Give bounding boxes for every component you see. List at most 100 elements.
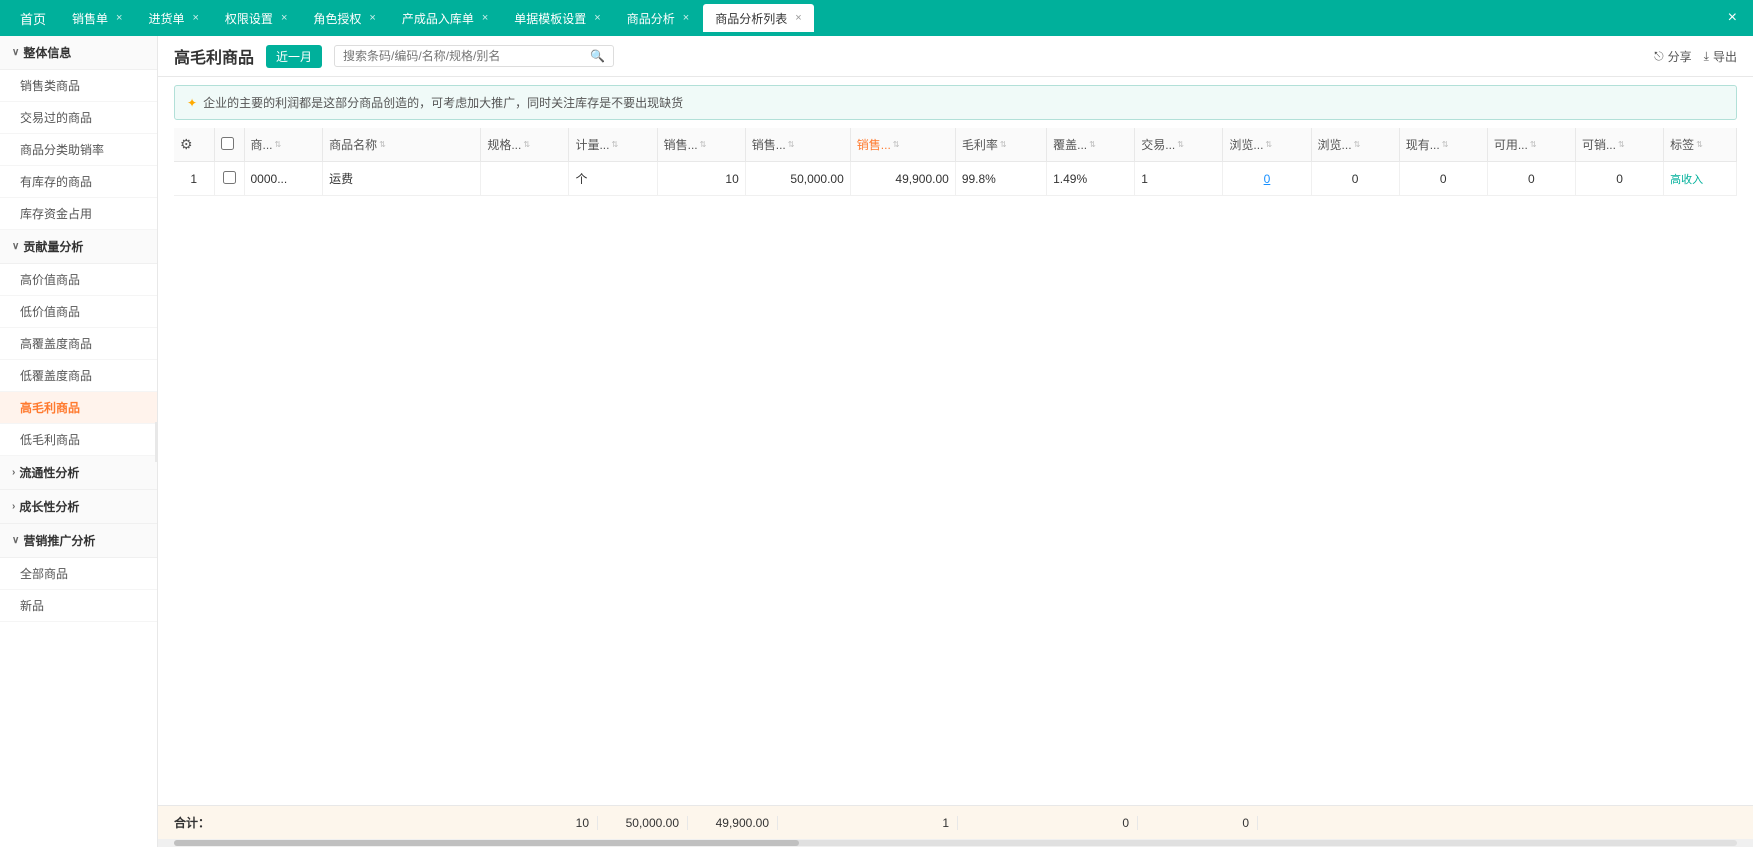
footer-transactions: 1 [898, 816, 958, 830]
sidebar-item-new-goods[interactable]: 新品 [0, 590, 157, 622]
content-header: 高毛利商品 近一月 🔍 ⎋ 分享 ⤓ 导出 [158, 36, 1753, 77]
cell-views1[interactable]: 0 [1223, 162, 1311, 196]
cell-coverage: 1.49% [1047, 162, 1135, 196]
footer-sales-cost: 49,900.00 [688, 816, 778, 830]
sidebar-group-contribution[interactable]: ∨ 贡献量分析 [0, 230, 157, 264]
scrollbar-thumb[interactable] [174, 840, 799, 846]
sidebar-item-all-goods[interactable]: 全部商品 [0, 558, 157, 590]
col-checkbox[interactable] [214, 128, 244, 162]
sidebar-item-high-value[interactable]: 高价值商品 [0, 264, 157, 296]
col-stock-saleable[interactable]: 可销...⇅ [1575, 128, 1663, 162]
footer-sales-qty: 10 [538, 816, 598, 830]
sidebar-item-high-coverage[interactable]: 高覆盖度商品 [0, 328, 157, 360]
info-banner: ✦ 企业的主要的利润都是这部分商品创造的，可考虑加大推广，同时关注库存是不要出现… [174, 85, 1737, 120]
col-name[interactable]: 商品名称⇅ [323, 128, 481, 162]
sidebar-item-sales-goods[interactable]: 销售类商品 [0, 70, 157, 102]
cell-spec [481, 162, 569, 196]
close-tab-sales[interactable]: × [116, 12, 122, 24]
sidebar-group-marketing[interactable]: ∨ 营销推广分析 [0, 524, 157, 558]
cell-stock-saleable: 0 [1575, 162, 1663, 196]
close-tab-role[interactable]: × [369, 12, 375, 24]
sidebar-item-traded-goods[interactable]: 交易过的商品 [0, 102, 157, 134]
export-icon: ⤓ [1704, 49, 1709, 64]
cell-index: 1 [174, 162, 214, 196]
footer-stock-current: 0 [1078, 816, 1138, 830]
nav-tab-analysis[interactable]: 商品分析 × [615, 4, 701, 32]
cell-tag: 高收入 [1664, 162, 1737, 196]
close-tab-analysis-list[interactable]: × [795, 12, 801, 24]
nav-tab-permission[interactable]: 权限设置 × [213, 4, 299, 32]
arrow-icon-5: ∨ [12, 535, 19, 546]
footer-cells: 10 50,000.00 49,900.00 1 0 0 [218, 816, 1737, 830]
col-gross-rate[interactable]: 毛利率⇅ [955, 128, 1046, 162]
col-views1[interactable]: 浏览...⇅ [1223, 128, 1311, 162]
col-stock-available[interactable]: 可用...⇅ [1487, 128, 1575, 162]
col-code[interactable]: 商...⇅ [244, 128, 323, 162]
page-title: 高毛利商品 [174, 44, 254, 68]
info-icon: ✦ [187, 96, 197, 110]
views1-link[interactable]: 0 [1264, 172, 1271, 186]
col-transactions[interactable]: 交易...⇅ [1135, 128, 1223, 162]
nav-tab-purchase[interactable]: 进货单 × [136, 4, 210, 32]
cell-checkbox[interactable] [214, 162, 244, 196]
arrow-icon: ∨ [12, 47, 19, 58]
search-input[interactable] [343, 49, 586, 63]
window-close-button[interactable]: × [1720, 9, 1745, 27]
sidebar-item-stock-capital[interactable]: 库存资金占用 [0, 198, 157, 230]
table-header-row: ⚙ 商...⇅ 商品名称⇅ 规格...⇅ [174, 128, 1737, 162]
nav-tab-role[interactable]: 角色授权 × [301, 4, 387, 32]
main-layout: « ∨ 整体信息 销售类商品 交易过的商品 商品分类助销率 有库存的商品 库存资… [0, 36, 1753, 847]
close-tab-analysis[interactable]: × [683, 12, 689, 24]
row-checkbox[interactable] [223, 171, 236, 184]
footer-stock-saleable: 0 [1198, 816, 1258, 830]
top-nav: 首页 销售单 × 进货单 × 权限设置 × 角色授权 × 产成品入库单 × 单据… [0, 0, 1753, 36]
nav-tab-template[interactable]: 单据模板设置 × [502, 4, 612, 32]
sidebar-item-in-stock[interactable]: 有库存的商品 [0, 166, 157, 198]
sidebar-item-low-margin[interactable]: 低毛利商品 [0, 424, 157, 456]
share-button[interactable]: ⎋ 分享 [1654, 48, 1692, 65]
col-settings[interactable]: ⚙ [174, 128, 214, 162]
nav-tab-stock-in[interactable]: 产成品入库单 × [390, 4, 500, 32]
sidebar-item-low-value[interactable]: 低价值商品 [0, 296, 157, 328]
scrollbar-track[interactable] [174, 840, 1737, 846]
nav-tab-sales[interactable]: 销售单 × [60, 4, 134, 32]
close-tab-stock-in[interactable]: × [482, 12, 488, 24]
export-button[interactable]: ⤓ 导出 [1704, 48, 1737, 65]
sidebar: « ∨ 整体信息 销售类商品 交易过的商品 商品分类助销率 有库存的商品 库存资… [0, 36, 158, 847]
tag-badge: 高收入 [1670, 174, 1703, 186]
sidebar-item-category-rate[interactable]: 商品分类助销率 [0, 134, 157, 166]
arrow-icon-3: › [12, 467, 15, 478]
cell-sales-qty: 10 [657, 162, 745, 196]
close-tab-template[interactable]: × [594, 12, 600, 24]
arrow-icon-2: ∨ [12, 241, 19, 252]
cell-code: 0000... [244, 162, 323, 196]
sidebar-group-flow[interactable]: › 流通性分析 [0, 456, 157, 490]
arrow-icon-4: › [12, 501, 15, 512]
col-views2[interactable]: 浏览...⇅ [1311, 128, 1399, 162]
close-tab-permission[interactable]: × [281, 12, 287, 24]
col-unit[interactable]: 计量...⇅ [569, 128, 657, 162]
close-tab-purchase[interactable]: × [192, 12, 198, 24]
sidebar-group-overall[interactable]: ∨ 整体信息 [0, 36, 157, 70]
cell-gross-rate: 99.8% [955, 162, 1046, 196]
horizontal-scrollbar[interactable] [158, 839, 1753, 847]
col-tag[interactable]: 标签⇅ [1664, 128, 1737, 162]
date-filter-button[interactable]: 近一月 [266, 45, 322, 68]
col-sales-cost[interactable]: 销售...⇅ [850, 128, 955, 162]
sidebar-item-high-margin[interactable]: 高毛利商品 [0, 392, 157, 424]
col-stock-current[interactable]: 现有...⇅ [1399, 128, 1487, 162]
col-coverage[interactable]: 覆盖...⇅ [1047, 128, 1135, 162]
data-table-container[interactable]: ⚙ 商...⇅ 商品名称⇅ 规格...⇅ [158, 128, 1753, 805]
nav-home[interactable]: 首页 [8, 9, 58, 28]
info-text: 企业的主要的利润都是这部分商品创造的，可考虑加大推广，同时关注库存是不要出现缺货 [203, 94, 683, 111]
sidebar-collapse-button[interactable]: « [155, 422, 158, 462]
col-spec[interactable]: 规格...⇅ [481, 128, 569, 162]
sidebar-group-growth[interactable]: › 成长性分析 [0, 490, 157, 524]
search-icon[interactable]: 🔍 [590, 49, 605, 63]
footer-label: 合计： [174, 814, 210, 831]
nav-tab-analysis-list[interactable]: 商品分析列表 × [703, 4, 813, 32]
select-all-checkbox[interactable] [221, 137, 234, 150]
col-sales-qty[interactable]: 销售...⇅ [657, 128, 745, 162]
col-sales-amount[interactable]: 销售...⇅ [745, 128, 850, 162]
sidebar-item-low-coverage[interactable]: 低覆盖度商品 [0, 360, 157, 392]
